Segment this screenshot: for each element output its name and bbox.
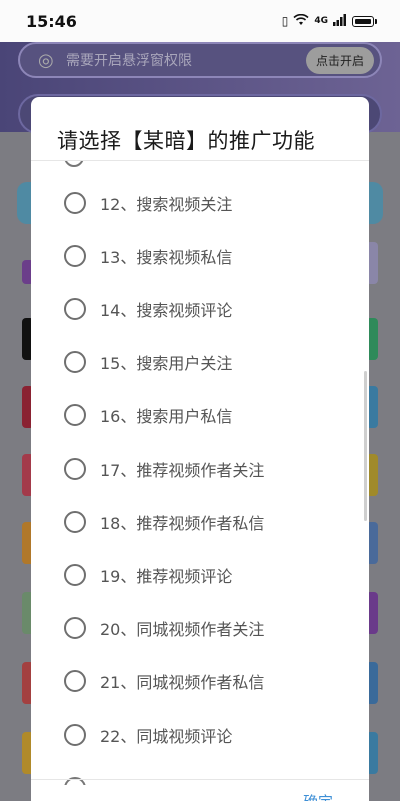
option-label: 21、同城视频作者私信 (100, 673, 265, 693)
option-label: 13、搜索视频私信 (100, 247, 233, 267)
status-time: 15:46 (26, 11, 77, 31)
option-label: 15、搜索用户关注 (100, 354, 233, 374)
permission-hint: 需要开启悬浮窗权限 (66, 53, 192, 69)
option-item[interactable]: 21、同城视频作者私信 (31, 655, 369, 708)
option-label: 12、搜索视频关注 (100, 194, 233, 214)
radio-icon[interactable] (64, 161, 84, 167)
location-icon: ◎ (38, 49, 54, 71)
option-label: 22、同城视频评论 (100, 726, 233, 746)
wifi-icon (293, 13, 309, 29)
radio-icon[interactable] (64, 404, 86, 427)
option-item[interactable]: 14、搜索视频评论 (31, 282, 369, 335)
radio-icon[interactable] (64, 563, 86, 586)
radio-icon[interactable] (64, 617, 86, 640)
radio-icon[interactable] (64, 723, 86, 746)
option-item[interactable]: 15、搜索用户关注 (31, 336, 369, 389)
option-item[interactable]: 20、同城视频作者关注 (31, 602, 369, 655)
confirm-button[interactable]: 确定 (303, 791, 333, 801)
radio-icon[interactable] (64, 457, 86, 480)
floating-window-permission-bar: ◎ 需要开启悬浮窗权限 点击开启 (18, 42, 382, 78)
radio-icon[interactable] (64, 297, 86, 320)
status-bar: 15:46 ▯ 4G (0, 0, 400, 42)
option-item[interactable]: 12、搜索视频关注 (31, 176, 369, 229)
dialog-title: 请选择【某暗】的推广功能 (57, 129, 315, 153)
scrollbar-thumb[interactable] (364, 371, 367, 521)
option-list[interactable]: 12、搜索视频关注 13、搜索视频私信 14、搜索视频评论 15、搜索用户关注 16、搜… (31, 161, 369, 777)
radio-icon[interactable] (64, 351, 86, 374)
option-label: 18、推荐视频作者私信 (100, 513, 265, 533)
option-label: 19、推荐视频评论 (100, 566, 233, 586)
radio-icon[interactable] (64, 244, 86, 267)
status-icons: ▯ 4G (281, 13, 377, 29)
signal-icon (333, 13, 347, 29)
promotion-function-dialog: 请选择【某暗】的推广功能 12、搜索视频关注 13、搜索视频私信 14、搜索视频评论… (31, 97, 369, 801)
vibrate-icon: ▯ (281, 14, 289, 28)
radio-icon[interactable] (64, 670, 86, 693)
option-label: 14、搜索视频评论 (100, 300, 233, 320)
option-item[interactable]: 13、搜索视频私信 (31, 229, 369, 282)
radio-icon[interactable] (64, 191, 86, 214)
battery-icon (352, 15, 377, 27)
enable-permission-button: 点击开启 (305, 46, 374, 74)
radio-icon[interactable] (64, 510, 86, 533)
option-item[interactable]: 22、同城视频评论 (31, 708, 369, 761)
option-item[interactable]: 19、推荐视频评论 (31, 548, 369, 601)
option-label: 17、推荐视频作者关注 (100, 460, 265, 480)
option-label: 20、同城视频作者关注 (100, 620, 265, 640)
network-label: 4G (314, 16, 328, 26)
option-item[interactable]: 16、搜索用户私信 (31, 389, 369, 442)
option-label: 16、搜索用户私信 (100, 407, 233, 427)
divider (31, 779, 369, 780)
option-item[interactable]: 17、推荐视频作者关注 (31, 442, 369, 495)
option-item[interactable]: 18、推荐视频作者私信 (31, 495, 369, 548)
